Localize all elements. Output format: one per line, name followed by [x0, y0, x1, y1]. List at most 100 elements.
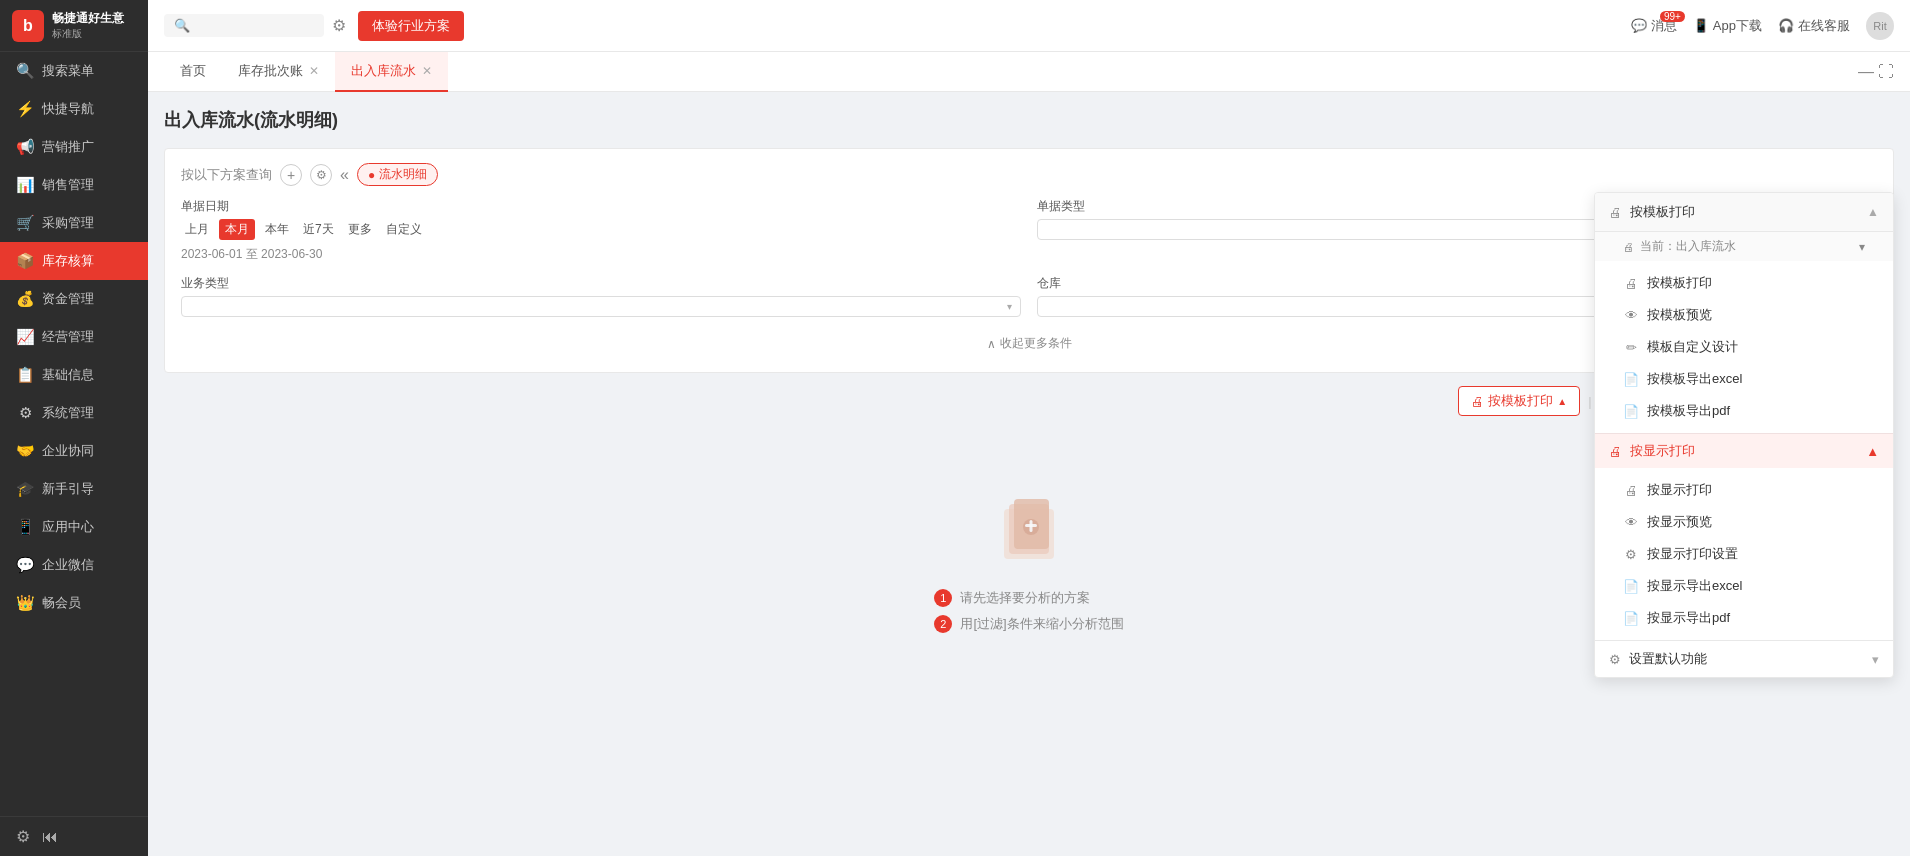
sidebar-item-label-purchase: 采购管理	[42, 214, 94, 232]
dropdown-header[interactable]: 🖨 按模板打印 ▲	[1595, 193, 1893, 232]
sidebar-item-appcenter[interactable]: 📱应用中心	[0, 508, 148, 546]
display-settings-item[interactable]: ⚙ 按显示打印设置	[1595, 538, 1893, 570]
default-func-icon: ⚙	[1609, 652, 1621, 667]
template-custom-item[interactable]: ✏ 模板自定义设计	[1595, 331, 1893, 363]
sidebar-bottom: ⚙ ⏮	[0, 816, 148, 856]
template-custom-label: 模板自定义设计	[1647, 338, 1738, 356]
date-opt-7days[interactable]: 近7天	[299, 219, 338, 240]
date-opt-custom[interactable]: 自定义	[382, 219, 426, 240]
biz-arrow: ▾	[1007, 301, 1012, 312]
sidebar-item-label-wechat: 企业微信	[42, 556, 94, 574]
user-avatar-item[interactable]: Rit	[1866, 12, 1894, 40]
template-print-item[interactable]: 🖨 按模板打印	[1595, 267, 1893, 299]
msg-item[interactable]: 💬 消息 99+	[1631, 17, 1677, 35]
template-preview-item[interactable]: 👁 按模板预览	[1595, 299, 1893, 331]
sidebar-item-purchase[interactable]: 🛒采购管理	[0, 204, 148, 242]
dropdown-current: 🖨 当前：出入库流水 ▾	[1595, 232, 1893, 261]
display-preview-item[interactable]: 👁 按显示预览	[1595, 506, 1893, 538]
sidebar-item-label-operations: 经营管理	[42, 328, 94, 346]
default-func-label: 设置默认功能	[1629, 650, 1707, 668]
search-input[interactable]	[194, 19, 314, 33]
date-range: 2023-06-01 至 2023-06-30	[181, 246, 1021, 263]
action-separator1: |	[1588, 394, 1591, 409]
sidebar-item-wechat[interactable]: 💬企业微信	[0, 546, 148, 584]
template-preview-label: 按模板预览	[1647, 306, 1712, 324]
solution-button[interactable]: 体验行业方案	[358, 11, 464, 41]
display-pdf-item[interactable]: 📄 按显示导出pdf	[1595, 602, 1893, 634]
display-print-icon: 🖨	[1623, 483, 1639, 498]
sidebar-item-label-quicknav: 快捷导航	[42, 100, 94, 118]
tab-batch[interactable]: 库存批次账 ✕	[222, 52, 335, 92]
settings-icon[interactable]: ⚙	[16, 827, 30, 846]
biz-select[interactable]: ▾	[181, 296, 1021, 317]
sidebar-item-member[interactable]: 👑畅会员	[0, 584, 148, 622]
basic-icon: 📋	[16, 366, 34, 384]
tab-flow-close[interactable]: ✕	[422, 64, 432, 78]
date-opt-this-month[interactable]: 本月	[219, 219, 255, 240]
filter-chip[interactable]: ● 流水明细	[357, 163, 438, 186]
online-service-label: 在线客服	[1798, 17, 1850, 35]
logo-icon: b	[12, 10, 44, 42]
print-icon: 🖨	[1471, 394, 1484, 409]
sidebar-item-finance[interactable]: 💰资金管理	[0, 280, 148, 318]
display-group-arrow: ▲	[1866, 444, 1879, 459]
empty-illustration	[989, 489, 1069, 569]
template-pdf-item[interactable]: 📄 按模板导出pdf	[1595, 395, 1893, 427]
sidebar-item-sales[interactable]: 📊销售管理	[0, 166, 148, 204]
print-template-button[interactable]: 🖨 按模板打印 ▲	[1458, 386, 1580, 416]
sidebar-item-label-collab: 企业协同	[42, 442, 94, 460]
sidebar-item-label-member: 畅会员	[42, 594, 81, 612]
current-left: 🖨 当前：出入库流水	[1623, 238, 1736, 255]
tab-batch-close[interactable]: ✕	[309, 64, 319, 78]
filter-collapse-icon[interactable]: «	[340, 166, 349, 184]
empty-step-1: 1 请先选择要分析的方案	[934, 585, 1123, 611]
date-opt-last-month[interactable]: 上月	[181, 219, 213, 240]
sidebar-item-quicknav[interactable]: ⚡快捷导航	[0, 90, 148, 128]
sidebar-item-collab[interactable]: 🤝企业协同	[0, 432, 148, 470]
default-left: ⚙ 设置默认功能	[1609, 650, 1707, 668]
sidebar-item-search[interactable]: 🔍搜索菜单	[0, 52, 148, 90]
tab-batch-label: 库存批次账	[238, 62, 303, 80]
print-label: 按模板打印	[1488, 392, 1553, 410]
template-pdf-icon: 📄	[1623, 404, 1639, 419]
dropdown-header-arrow: ▲	[1867, 205, 1879, 219]
filter-settings-button[interactable]: ⚙	[310, 164, 332, 186]
page-content: 出入库流水(流水明细) 按以下方案查询 + ⚙ « ● 流水明细 单据日期 上月…	[148, 92, 1910, 856]
online-service-item[interactable]: 🎧 在线客服	[1778, 17, 1850, 35]
logo-text: 畅捷通好生意 标准版	[52, 11, 124, 40]
search-box[interactable]: 🔍	[164, 14, 324, 37]
sidebar-item-operations[interactable]: 📈 经营管理	[0, 318, 148, 356]
tab-minimize-icon[interactable]: —	[1858, 63, 1874, 81]
collapse-icon[interactable]: ⏮	[42, 828, 58, 846]
template-excel-icon: 📄	[1623, 372, 1639, 387]
biz-label: 业务类型	[181, 275, 1021, 292]
appcenter-icon: 📱	[16, 518, 34, 536]
date-opt-this-year[interactable]: 本年	[261, 219, 293, 240]
template-excel-label: 按模板导出excel	[1647, 370, 1742, 388]
sidebar-item-guide[interactable]: 🎓新手引导	[0, 470, 148, 508]
date-options: 上月 本月 本年 近7天 更多 自定义	[181, 219, 1021, 240]
template-excel-item[interactable]: 📄 按模板导出excel	[1595, 363, 1893, 395]
sidebar-item-basic[interactable]: 📋基础信息	[0, 356, 148, 394]
tab-expand-icon[interactable]: ⛶	[1878, 63, 1894, 81]
gear-icon[interactable]: ⚙	[332, 16, 346, 35]
display-print-item[interactable]: 🖨 按显示打印	[1595, 474, 1893, 506]
sidebar-item-system[interactable]: ⚙系统管理	[0, 394, 148, 432]
operations-icon: 📈	[16, 328, 34, 346]
headset-icon: 🎧	[1778, 18, 1794, 33]
set-default-item[interactable]: ⚙ 设置默认功能 ▾	[1595, 640, 1893, 677]
inventory-icon: 📦	[16, 252, 34, 270]
date-opt-more[interactable]: 更多	[344, 219, 376, 240]
current-icon: 🖨	[1623, 241, 1634, 253]
topbar: 🔍 ⚙ 体验行业方案 💬 消息 99+ 📱 App下载 🎧 在线客服	[148, 0, 1910, 52]
tab-flow[interactable]: 出入库流水 ✕	[335, 52, 448, 92]
app-download-item[interactable]: 📱 App下载	[1693, 17, 1762, 35]
filter-add-button[interactable]: +	[280, 164, 302, 186]
msg-badge: 99+	[1660, 11, 1685, 22]
sidebar-item-inventory[interactable]: 📦库存核算	[0, 242, 148, 280]
tab-home[interactable]: 首页	[164, 52, 222, 92]
display-group-header[interactable]: 🖨 按显示打印 ▲	[1595, 433, 1893, 468]
sidebar-item-marketing[interactable]: 📢营销推广	[0, 128, 148, 166]
display-excel-item[interactable]: 📄 按显示导出excel	[1595, 570, 1893, 602]
tab-flow-label: 出入库流水	[351, 62, 416, 80]
